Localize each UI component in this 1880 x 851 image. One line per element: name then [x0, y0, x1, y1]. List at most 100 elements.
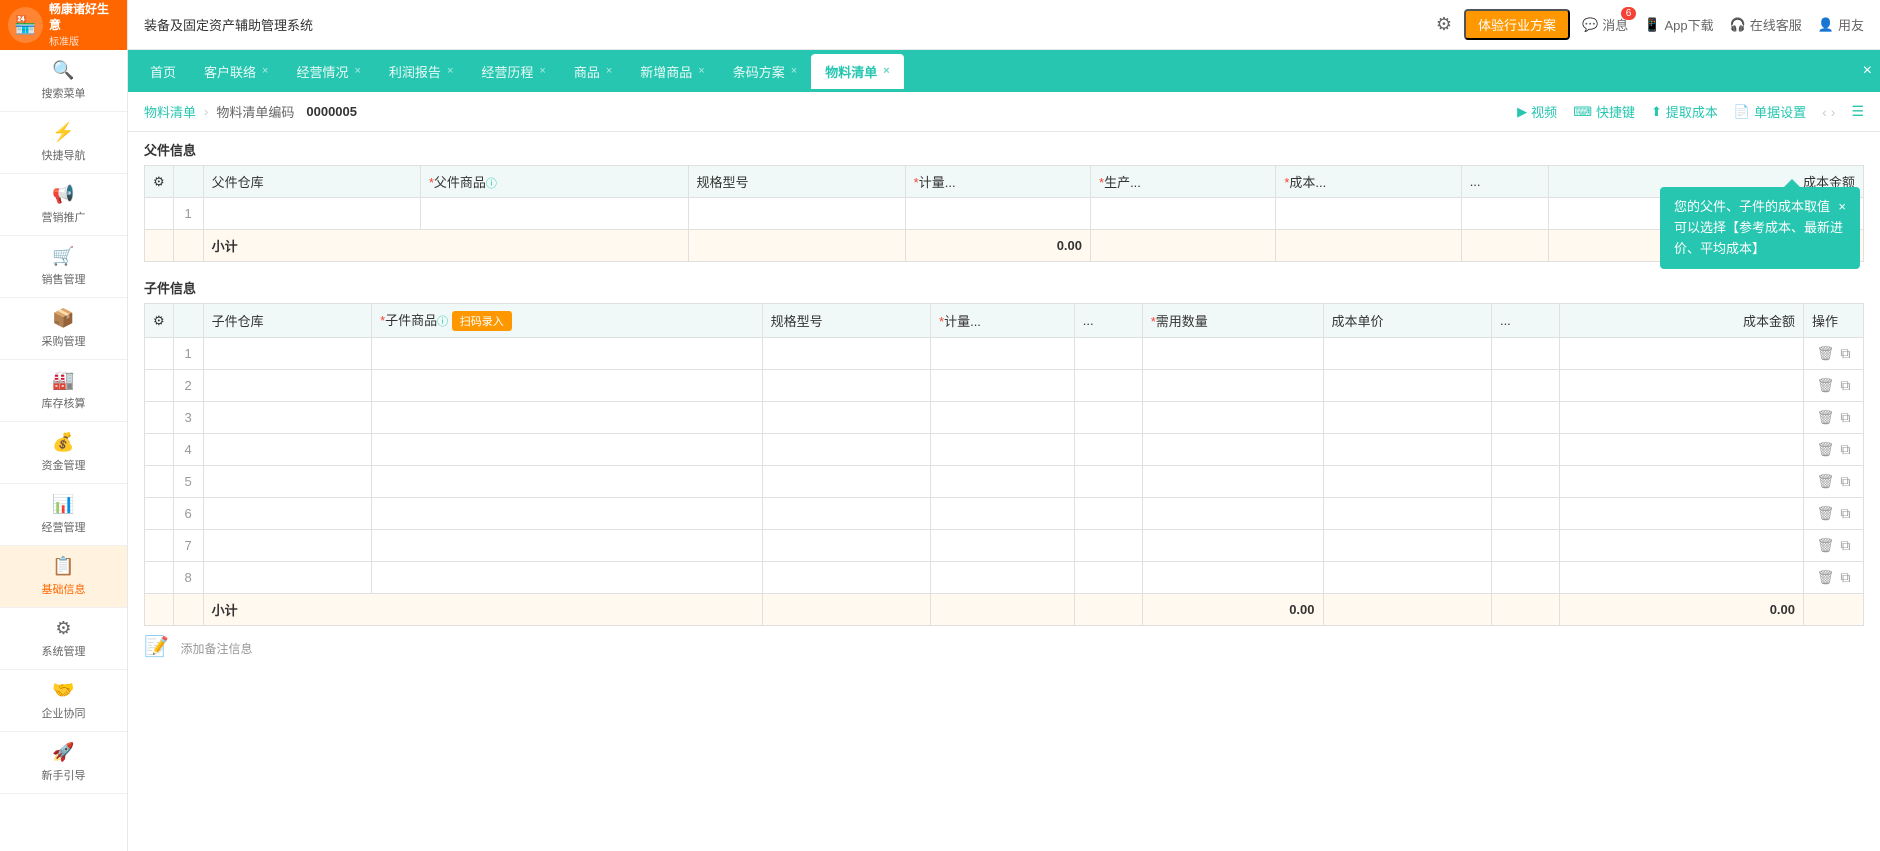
child-cell-needed-qty[interactable]: [1142, 466, 1323, 498]
copy-row-icon[interactable]: ⧉: [1840, 473, 1850, 490]
child-cell-product[interactable]: [372, 466, 762, 498]
experience-button[interactable]: 体验行业方案: [1464, 9, 1570, 40]
tab-close-bom[interactable]: ×: [883, 65, 889, 77]
copy-row-icon[interactable]: ⧉: [1840, 569, 1850, 586]
sidebar-item-marketing[interactable]: 📢 营销推广: [0, 174, 127, 236]
copy-row-icon[interactable]: ⧉: [1840, 377, 1850, 394]
child-cell-product[interactable]: [372, 338, 762, 370]
tab-close-profit[interactable]: ×: [447, 65, 453, 77]
child-cell-spec[interactable]: [762, 498, 930, 530]
copy-row-icon[interactable]: ⧉: [1840, 345, 1850, 362]
tab-close-history[interactable]: ×: [539, 65, 545, 77]
child-cell-cost-price[interactable]: [1323, 466, 1491, 498]
sidebar-item-search[interactable]: 🔍 搜索菜单: [0, 50, 127, 112]
child-cell-spec[interactable]: [762, 434, 930, 466]
parent-cell-production[interactable]: [1091, 198, 1276, 230]
child-cell-cost-price[interactable]: [1323, 530, 1491, 562]
sidebar-item-sales[interactable]: 🛒 销售管理: [0, 236, 127, 298]
sidebar-item-purchase[interactable]: 📦 采购管理: [0, 298, 127, 360]
sidebar-item-inventory[interactable]: 🏭 库存核算: [0, 360, 127, 422]
tab-close-customers[interactable]: ×: [262, 65, 268, 77]
tab-barcode[interactable]: 条码方案 ×: [719, 54, 811, 89]
delete-row-icon[interactable]: 🗑: [1817, 409, 1835, 426]
sidebar-item-system[interactable]: ⚙ 系统管理: [0, 608, 127, 670]
prev-arrow[interactable]: ‹: [1822, 104, 1827, 120]
tab-products[interactable]: 商品 ×: [560, 54, 626, 89]
child-cell-spec[interactable]: [762, 562, 930, 594]
child-cell-measure[interactable]: [931, 498, 1075, 530]
sidebar-item-operations[interactable]: 📊 经营管理: [0, 484, 127, 546]
copy-row-icon[interactable]: ⧉: [1840, 441, 1850, 458]
child-cell-product[interactable]: [372, 434, 762, 466]
tooltip-close-button[interactable]: ×: [1838, 197, 1846, 218]
child-cell-warehouse[interactable]: [203, 338, 371, 370]
tab-close-operations[interactable]: ×: [354, 65, 360, 77]
tab-profit[interactable]: 利润报告 ×: [375, 54, 467, 89]
parent-cell-cost[interactable]: [1276, 198, 1461, 230]
next-arrow[interactable]: ›: [1831, 104, 1836, 120]
child-cell-measure[interactable]: [931, 466, 1075, 498]
child-cell-measure[interactable]: [931, 434, 1075, 466]
sidebar-item-guide[interactable]: 🚀 新手引导: [0, 732, 127, 794]
scan-input-button[interactable]: 扫码录入: [452, 311, 512, 331]
add-row-icon[interactable]: 📝: [144, 636, 169, 658]
online-service-action[interactable]: 🎧 在线客服: [1730, 15, 1802, 34]
delete-row-icon[interactable]: 🗑: [1817, 441, 1835, 458]
breadcrumb-current[interactable]: 物料清单: [144, 102, 196, 121]
shortcut-action[interactable]: ⌨ 快捷键: [1573, 102, 1635, 121]
user-action[interactable]: 👤 用友: [1818, 15, 1864, 34]
child-cell-warehouse[interactable]: [203, 498, 371, 530]
copy-row-icon[interactable]: ⧉: [1840, 505, 1850, 522]
delete-row-icon[interactable]: 🗑: [1817, 377, 1835, 394]
child-cell-warehouse[interactable]: [203, 530, 371, 562]
parent-cell-warehouse[interactable]: [203, 198, 420, 230]
delete-row-icon[interactable]: 🗑: [1817, 505, 1835, 522]
child-cell-measure[interactable]: [931, 370, 1075, 402]
child-cell-cost-price[interactable]: [1323, 338, 1491, 370]
child-cell-cost-price[interactable]: [1323, 498, 1491, 530]
tab-close-barcode[interactable]: ×: [791, 65, 797, 77]
child-cell-cost-price[interactable]: [1323, 370, 1491, 402]
child-cell-product[interactable]: [372, 370, 762, 402]
child-cell-needed-qty[interactable]: [1142, 434, 1323, 466]
settings-gear-button[interactable]: ⚙: [1436, 14, 1452, 35]
child-cell-needed-qty[interactable]: [1142, 498, 1323, 530]
child-cell-warehouse[interactable]: [203, 402, 371, 434]
grid-view-icon[interactable]: ☰: [1851, 103, 1864, 120]
child-cell-measure[interactable]: [931, 530, 1075, 562]
parent-cell-spec[interactable]: [688, 198, 905, 230]
parent-col-settings[interactable]: ⚙: [145, 166, 174, 198]
sidebar-item-finance[interactable]: 💰 资金管理: [0, 422, 127, 484]
child-cell-warehouse[interactable]: [203, 370, 371, 402]
child-cell-spec[interactable]: [762, 530, 930, 562]
child-cell-measure[interactable]: [931, 338, 1075, 370]
sidebar-item-cooperation[interactable]: 🤝 企业协同: [0, 670, 127, 732]
video-action[interactable]: ▶ 视频: [1517, 102, 1557, 121]
delete-row-icon[interactable]: 🗑: [1817, 537, 1835, 554]
child-cell-warehouse[interactable]: [203, 466, 371, 498]
child-cell-product[interactable]: [372, 498, 762, 530]
child-cell-needed-qty[interactable]: [1142, 562, 1323, 594]
parent-cell-measure[interactable]: [905, 198, 1090, 230]
tab-customers[interactable]: 客户联络 ×: [190, 54, 282, 89]
delete-row-icon[interactable]: 🗑: [1817, 345, 1835, 362]
child-cell-product[interactable]: [372, 402, 762, 434]
child-cell-warehouse[interactable]: [203, 562, 371, 594]
extract-cost-action[interactable]: ⬆ 提取成本: [1651, 102, 1718, 121]
child-cell-product[interactable]: [372, 562, 762, 594]
sidebar-item-quicknav[interactable]: ⚡ 快捷导航: [0, 112, 127, 174]
child-cell-spec[interactable]: [762, 466, 930, 498]
child-cell-spec[interactable]: [762, 402, 930, 434]
child-cell-warehouse[interactable]: [203, 434, 371, 466]
copy-row-icon[interactable]: ⧉: [1840, 537, 1850, 554]
child-col-settings[interactable]: ⚙: [145, 304, 174, 338]
single-settings-action[interactable]: 📄 单据设置: [1734, 102, 1806, 121]
tab-operations-status[interactable]: 经营情况 ×: [282, 54, 374, 89]
tab-home[interactable]: 首页: [136, 54, 190, 89]
child-cell-needed-qty[interactable]: [1142, 402, 1323, 434]
parent-cell-product[interactable]: [420, 198, 688, 230]
tab-close-products[interactable]: ×: [606, 65, 612, 77]
child-cell-measure[interactable]: [931, 562, 1075, 594]
child-cell-product[interactable]: [372, 530, 762, 562]
child-cell-spec[interactable]: [762, 338, 930, 370]
